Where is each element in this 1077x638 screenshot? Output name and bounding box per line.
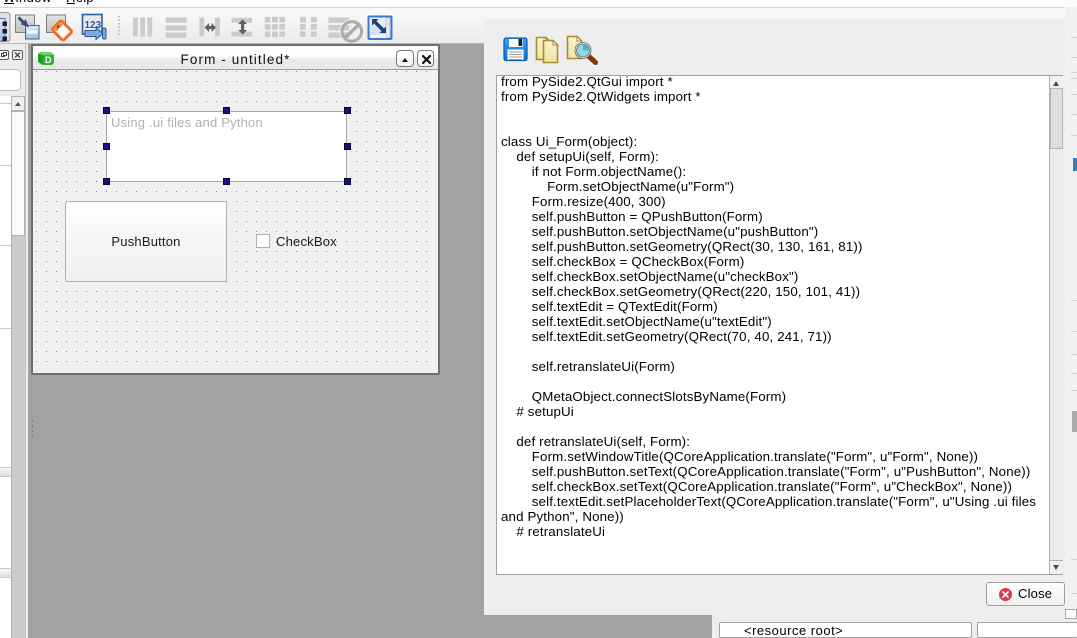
svg-text:123: 123 [85, 20, 102, 31]
